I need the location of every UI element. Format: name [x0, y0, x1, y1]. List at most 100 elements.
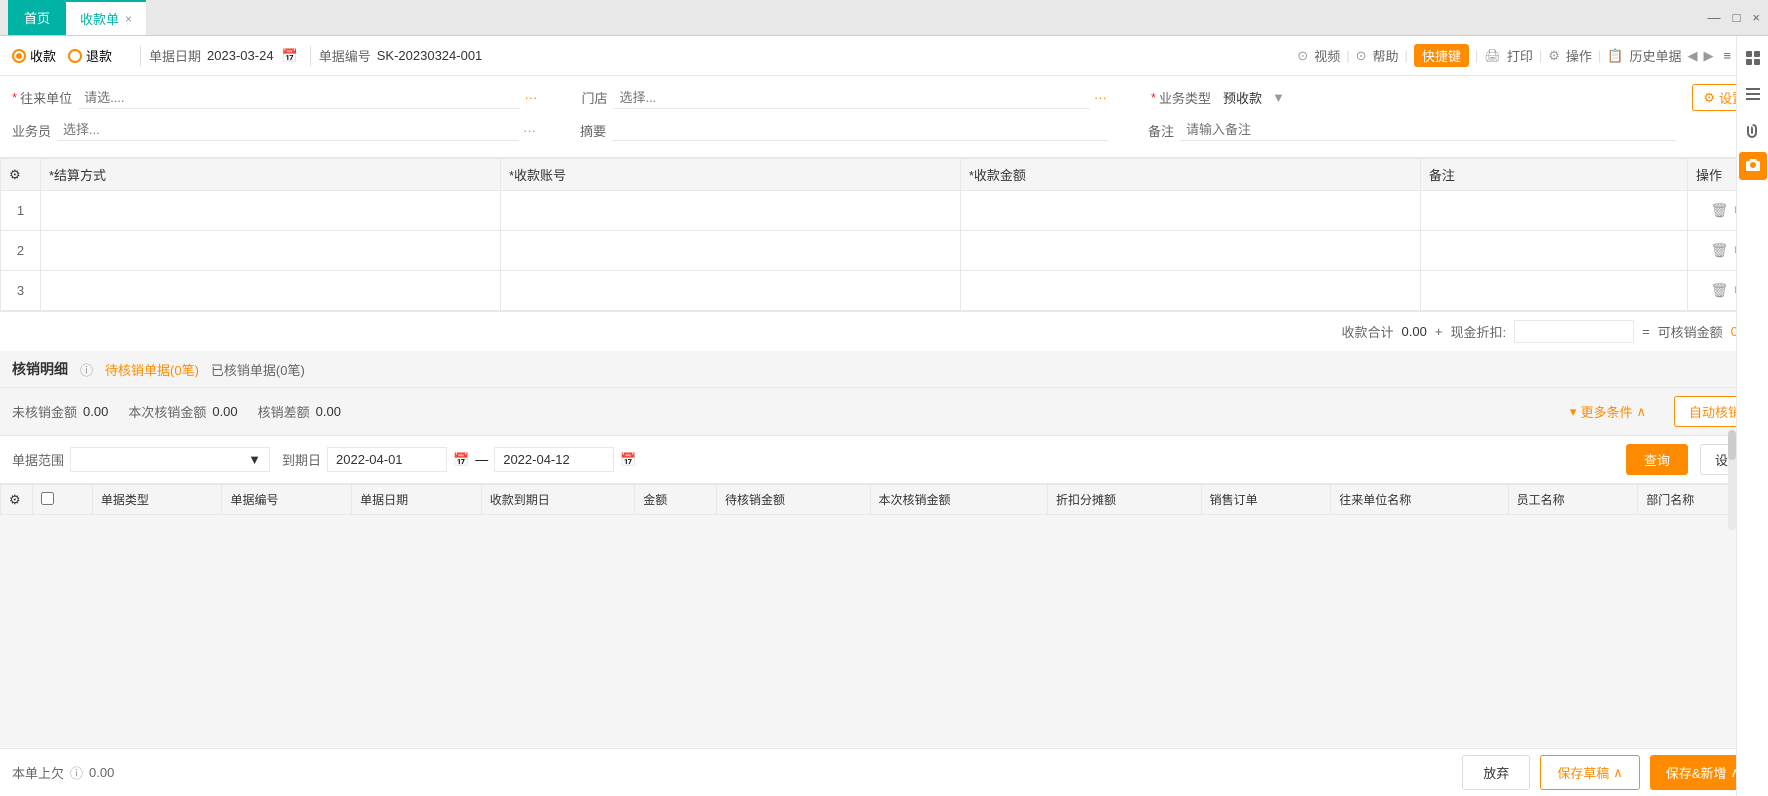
tab-receipt-label: 收款单: [80, 9, 119, 28]
minimize-icon[interactable]: —: [1708, 10, 1721, 25]
discount-input[interactable]: [1514, 320, 1634, 343]
nav-prev[interactable]: ◀: [1688, 48, 1698, 64]
nav-next[interactable]: ▶: [1704, 48, 1714, 64]
lower-col-number: 单据编号: [222, 485, 352, 515]
save-draft-arrow: ∧: [1613, 765, 1623, 781]
remark-input[interactable]: [1180, 119, 1676, 141]
sidebar-attachment-icon[interactable]: [1739, 116, 1767, 144]
tab-bar: 首页 收款单 × — □ ×: [0, 0, 1768, 36]
date-start-input[interactable]: [327, 447, 447, 472]
help-label[interactable]: 帮助: [1373, 46, 1399, 65]
row1-settlement[interactable]: [41, 191, 501, 231]
save-draft-button[interactable]: 保存草稿 ∧: [1540, 755, 1640, 790]
refund-radio[interactable]: 退款: [68, 46, 112, 65]
tab-home-label: 首页: [24, 8, 50, 27]
print-icon: 🖨: [1484, 48, 1501, 64]
partner-more-btn[interactable]: ···: [520, 90, 541, 105]
row1-delete-icon[interactable]: 🗑: [1711, 202, 1729, 219]
date-end-input[interactable]: [494, 447, 614, 472]
summary-label: 摘要: [580, 121, 606, 140]
row3-amount[interactable]: [960, 271, 1420, 311]
discount-label: 现金折扣:: [1450, 322, 1506, 341]
employee-input[interactable]: [57, 119, 519, 141]
partner-field: * 往来单位 ···: [12, 87, 541, 109]
row2-remark[interactable]: [1420, 231, 1687, 271]
receipt-radio[interactable]: 收款: [12, 46, 56, 65]
employee-more-btn[interactable]: ···: [519, 123, 540, 138]
range-dropdown-icon: ▼: [248, 452, 261, 467]
lower-gear-icon[interactable]: ⚙: [9, 492, 21, 507]
store-field: 门店 ···: [581, 87, 1110, 109]
more-conditions-btn[interactable]: ▾ 更多条件 ∧: [1570, 402, 1646, 421]
row3-settlement[interactable]: [41, 271, 501, 311]
pending-tab-link[interactable]: 待核销单据(0笔): [105, 360, 199, 379]
toolbar-row: 收款 退款 单据日期 2023-03-24 📅 单据编号 SK-20230324…: [0, 36, 1768, 76]
select-all-checkbox[interactable]: [41, 492, 54, 505]
operation-label[interactable]: 操作: [1566, 46, 1592, 65]
btype-dropdown-icon[interactable]: ▼: [1272, 90, 1285, 105]
reconcile-info-icon[interactable]: ⓘ: [80, 360, 93, 379]
row2-delete-icon[interactable]: 🗑: [1711, 242, 1729, 259]
row3-remark[interactable]: [1420, 271, 1687, 311]
row2-num: 2: [1, 231, 41, 271]
row2-amount[interactable]: [960, 231, 1420, 271]
done-tab-link[interactable]: 已核销单据(0笔): [211, 360, 305, 379]
row3-account[interactable]: [500, 271, 960, 311]
lower-col-amount: 金额: [635, 485, 717, 515]
partner-input[interactable]: [78, 87, 520, 109]
store-more-btn[interactable]: ···: [1090, 90, 1111, 105]
tab-home[interactable]: 首页: [8, 0, 66, 35]
calendar-end-icon[interactable]: 📅: [620, 452, 636, 468]
history-icon: 📋: [1607, 48, 1623, 64]
help-icon: ⊙: [1356, 48, 1367, 64]
tab-close-icon[interactable]: ×: [125, 12, 132, 26]
unchecked-stat: 未核销金额 0.00: [12, 402, 108, 421]
operation-icon: ⚙: [1548, 48, 1560, 64]
tab-receipt[interactable]: 收款单 ×: [66, 0, 146, 35]
unchecked-value: 0.00: [83, 404, 108, 419]
reconcile-title: 核销明细: [12, 359, 68, 379]
table-gear-icon[interactable]: ⚙: [9, 167, 21, 182]
sidebar-camera-icon[interactable]: [1739, 152, 1767, 180]
row2-settlement[interactable]: [41, 231, 501, 271]
row3-delete-icon[interactable]: 🗑: [1711, 282, 1729, 299]
btype-value: 预收款: [1217, 85, 1268, 110]
row2-account[interactable]: [500, 231, 960, 271]
discard-button[interactable]: 放弃: [1462, 755, 1530, 790]
history-label[interactable]: 历史单据: [1629, 46, 1681, 65]
video-label[interactable]: 视频: [1314, 46, 1340, 65]
save-new-label: 保存&新增: [1666, 763, 1727, 782]
business-type-field: * 业务类型 预收款 ▼: [1151, 85, 1680, 110]
lower-col-employee: 员工名称: [1508, 485, 1638, 515]
range-label: 单据范围: [12, 450, 64, 469]
calendar-start-icon[interactable]: 📅: [453, 452, 469, 468]
total-value: 0.00: [1402, 324, 1427, 339]
print-label[interactable]: 打印: [1507, 46, 1533, 65]
query-button[interactable]: 查询: [1626, 444, 1688, 475]
this-order-value: 0.00: [89, 765, 114, 780]
sidebar-table-icon[interactable]: [1739, 44, 1767, 72]
close-icon[interactable]: ×: [1752, 10, 1760, 25]
main-content: 收款 退款 单据日期 2023-03-24 📅 单据编号 SK-20230324…: [0, 36, 1768, 796]
col-gear[interactable]: ⚙: [1, 159, 41, 191]
maximize-icon[interactable]: □: [1733, 10, 1741, 25]
lower-col-sales: 销售订单: [1201, 485, 1331, 515]
list-view-icon[interactable]: ≡: [1720, 46, 1736, 65]
col-amount-header: *收款金额: [960, 159, 1420, 191]
calendar-icon[interactable]: 📅: [282, 48, 298, 64]
sidebar-list-icon[interactable]: [1739, 80, 1767, 108]
shortcut-btn[interactable]: 快捷键: [1414, 44, 1469, 67]
scroll-thumb[interactable]: [1728, 430, 1736, 460]
row1-amount[interactable]: [960, 191, 1420, 231]
row1-account[interactable]: [500, 191, 960, 231]
window-controls: — □ ×: [1708, 10, 1760, 25]
row1-remark[interactable]: [1420, 191, 1687, 231]
date-separator: —: [475, 452, 488, 467]
date-value[interactable]: 2023-03-24: [207, 48, 274, 63]
summary-input[interactable]: [612, 119, 1108, 141]
col-checkbox-header: ⚙: [1, 485, 33, 515]
range-select[interactable]: ▼: [70, 447, 270, 472]
store-input[interactable]: [613, 87, 1089, 109]
store-label: 门店: [581, 88, 607, 107]
plus-sign: +: [1435, 324, 1443, 339]
